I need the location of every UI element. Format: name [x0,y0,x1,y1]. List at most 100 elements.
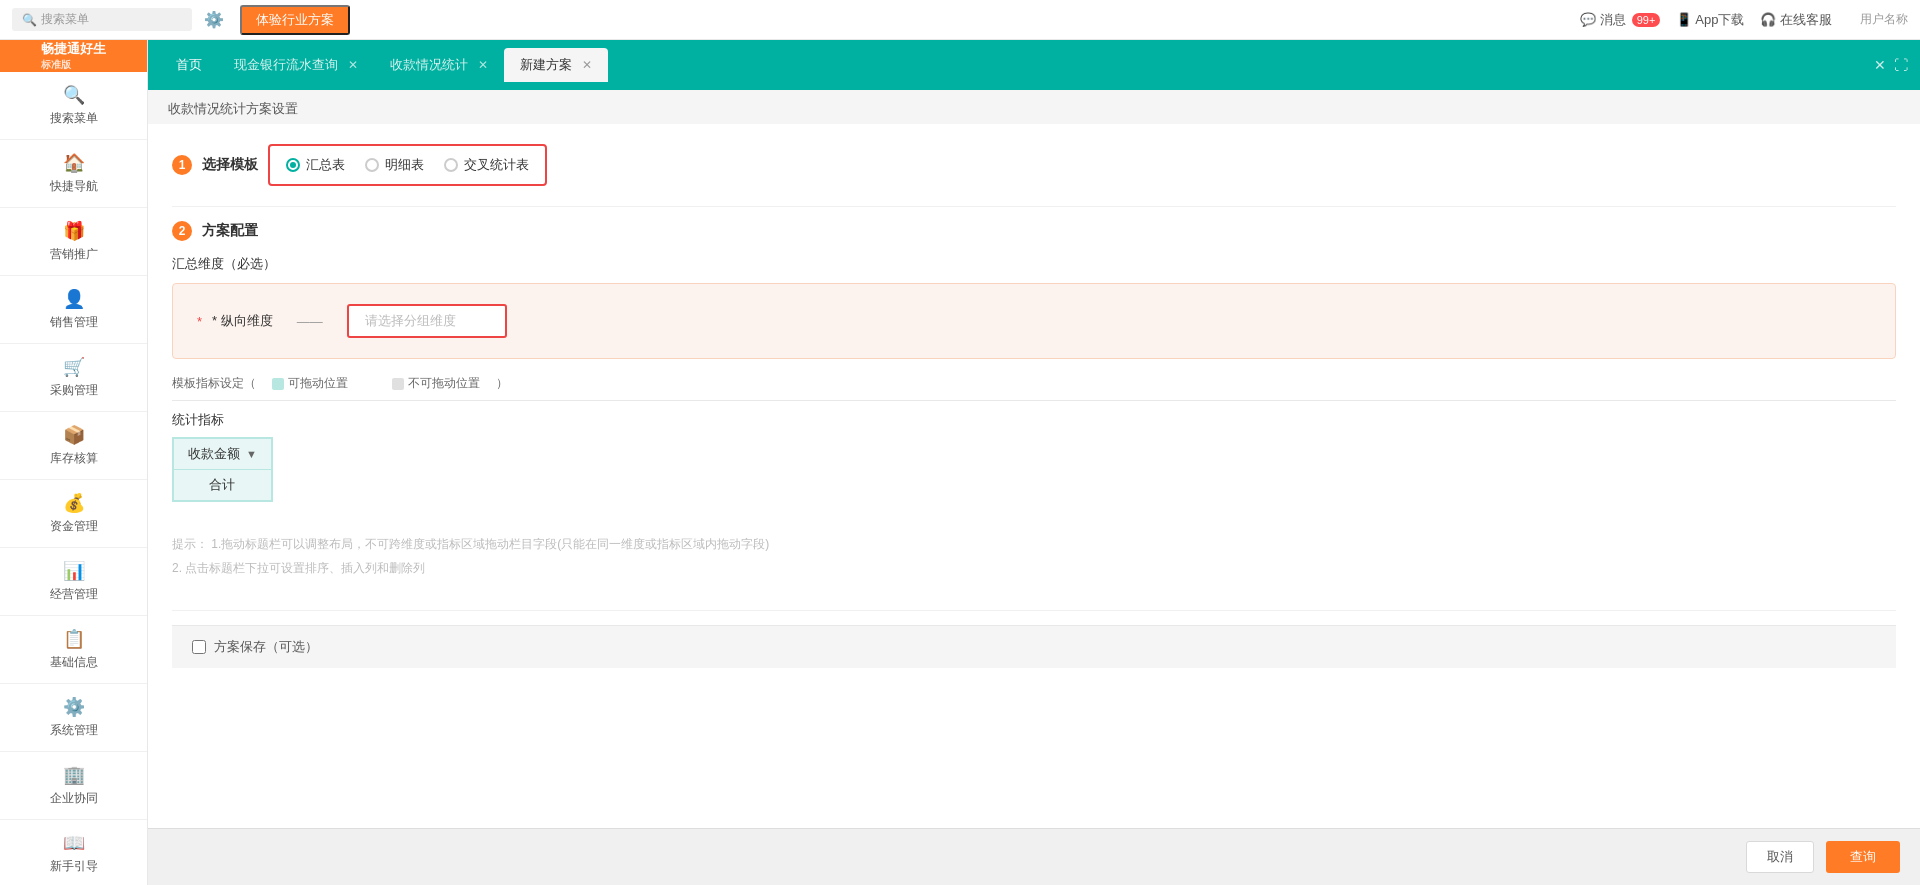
metrics-tag-shouquan[interactable]: 收款金额 ▼ [173,438,272,470]
metrics-header-close: ） [496,375,508,392]
purchase-icon: 🛒 [63,356,85,378]
sidebar-item-operations[interactable]: 📊 经营管理 [0,548,147,616]
sidebar-item-label: 库存核算 [50,450,98,467]
req-mark: * [197,314,202,329]
sidebar-item-system[interactable]: ⚙️ 系统管理 [0,684,147,752]
tab-home[interactable]: 首页 [160,48,218,82]
radio-summary-label: 汇总表 [306,156,345,174]
metrics-group-label: 统计指标 [172,411,273,429]
user-name[interactable]: 用户名称 [1860,11,1908,28]
step1-title: 选择模板 [202,156,258,174]
content-area: 首页 现金银行流水查询 ✕ 收款情况统计 ✕ 新建方案 ✕ ✕ ⛶ 收款情况统计… [148,40,1920,885]
tab-collection-stat[interactable]: 收款情况统计 ✕ [374,48,504,82]
inventory-icon: 📦 [63,424,85,446]
draggable-legend-dot [272,378,284,390]
arrow-separator: —— [297,314,323,329]
service-label: 在线客服 [1780,12,1832,27]
basic-info-icon: 📋 [63,628,85,650]
operations-icon: 📊 [63,560,85,582]
sidebar: 畅捷通好生 标准版 🔍 搜索菜单 🏠 快捷导航 🎁 营销推广 👤 销售管理 🛒 … [0,40,148,885]
sidebar-item-sales[interactable]: 👤 销售管理 [0,276,147,344]
step2-title: 方案配置 [202,222,258,240]
metrics-header-sep [364,375,376,392]
tab-bank-flow-label: 现金银行流水查询 [234,56,338,74]
metrics-tag-subtag: 合计 [173,470,272,501]
sidebar-item-quick-nav[interactable]: 🏠 快捷导航 [0,140,147,208]
notification-item[interactable]: 💬 消息 99+ [1580,11,1660,29]
radio-cross-label: 交叉统计表 [464,156,529,174]
dimension-area: * * 纵向维度 —— 请选择分组维度 [172,283,1896,359]
tab-new-plan-close[interactable]: ✕ [582,58,592,72]
sidebar-item-basic-info[interactable]: 📋 基础信息 [0,616,147,684]
radio-detail-dot [365,158,379,172]
breadcrumb: 收款情况统计方案设置 [168,101,298,116]
radio-summary-dot [286,158,300,172]
search-placeholder: 搜索菜单 [41,11,89,28]
metrics-content: 统计指标 收款金额 ▼ 合计 [172,411,1896,502]
sidebar-item-purchase[interactable]: 🛒 采购管理 [0,344,147,412]
page-body: 1 选择模板 汇总表 明细表 [148,124,1920,828]
step1-section: 1 选择模板 汇总表 明细表 [172,144,1896,186]
step2-badge: 2 [172,221,192,241]
search-menu-input[interactable]: 🔍 搜索菜单 [12,8,192,31]
sidebar-item-corp-collab[interactable]: 🏢 企业协同 [0,752,147,820]
dimension-row: * * 纵向维度 —— 请选择分组维度 [197,304,1871,338]
sidebar-item-newbie[interactable]: 📖 新手引导 [0,820,147,885]
marketing-icon: 🎁 [63,220,85,242]
settings-icon[interactable]: ⚙️ [204,10,224,29]
tab-collection-stat-close[interactable]: ✕ [478,58,488,72]
sidebar-item-finance[interactable]: 💰 资金管理 [0,480,147,548]
legend-draggable: 可拖动位置 [272,375,348,392]
template-radio-group: 汇总表 明细表 交叉统计表 [268,144,547,186]
save-plan-label: 方案保存（可选） [214,638,318,656]
main-layout: 畅捷通好生 标准版 🔍 搜索菜单 🏠 快捷导航 🎁 营销推广 👤 销售管理 🛒 … [0,40,1920,885]
top-bar-right: 💬 消息 99+ 📱 App下载 🎧 在线客服 用户名称 [1580,11,1908,29]
radio-detail[interactable]: 明细表 [365,156,424,174]
logo-sub: 标准版 [41,58,106,72]
tab-expand-icon[interactable]: ⛶ [1894,57,1908,73]
radio-summary[interactable]: 汇总表 [286,156,345,174]
sidebar-item-label: 营销推广 [50,246,98,263]
tab-new-plan-label: 新建方案 [520,56,572,74]
sidebar-item-search-menu[interactable]: 🔍 搜索菜单 [0,72,147,140]
service-item[interactable]: 🎧 在线客服 [1760,11,1832,29]
divider1 [172,206,1896,207]
tab-collection-stat-label: 收款情况统计 [390,56,468,74]
tab-close-all-icon[interactable]: ✕ [1874,57,1886,73]
sidebar-item-label: 销售管理 [50,314,98,331]
tab-bank-flow[interactable]: 现金银行流水查询 ✕ [218,48,374,82]
radio-detail-label: 明细表 [385,156,424,174]
metrics-dropdown-icon[interactable]: ▼ [246,448,257,460]
sidebar-item-label: 系统管理 [50,722,98,739]
not-draggable-legend-dot [392,378,404,390]
query-button[interactable]: 查询 [1826,841,1900,873]
action-bar: 取消 查询 [148,828,1920,885]
group-dim-select[interactable]: 请选择分组维度 [347,304,507,338]
select-placeholder: 请选择分组维度 [365,313,456,328]
metrics-section: 模板指标设定（ 可拖动位置 不可拖动位置 ） [172,375,1896,502]
tab-bank-flow-close[interactable]: ✕ [348,58,358,72]
download-item[interactable]: 📱 App下载 [1676,11,1744,29]
vertical-dim-label: * 纵向维度 [212,312,273,330]
sidebar-item-label: 资金管理 [50,518,98,535]
legend-not-draggable: 不可拖动位置 [392,375,480,392]
finance-icon: 💰 [63,492,85,514]
radio-cross[interactable]: 交叉统计表 [444,156,529,174]
cancel-button[interactable]: 取消 [1746,841,1814,873]
notification-badge: 99+ [1632,13,1661,27]
sidebar-item-marketing[interactable]: 🎁 营销推广 [0,208,147,276]
save-plan-checkbox[interactable] [192,640,206,654]
summary-dim-label: 汇总维度（必选） [172,255,1896,273]
sidebar-item-inventory[interactable]: 📦 库存核算 [0,412,147,480]
step1-header: 1 选择模板 汇总表 明细表 [172,144,1896,186]
page-footer: 方案保存（可选） [172,625,1896,668]
draggable-label: 可拖动位置 [288,375,348,392]
trial-button[interactable]: 体验行业方案 [240,5,350,35]
step2-section: 2 方案配置 汇总维度（必选） * * 纵向维度 —— [172,221,1896,590]
metrics-header: 模板指标设定（ 可拖动位置 不可拖动位置 ） [172,375,1896,401]
download-label: App下载 [1695,12,1744,27]
sidebar-item-label: 企业协同 [50,790,98,807]
search-icon: 🔍 [22,13,37,27]
tab-new-plan[interactable]: 新建方案 ✕ [504,48,608,82]
sidebar-item-label: 快捷导航 [50,178,98,195]
